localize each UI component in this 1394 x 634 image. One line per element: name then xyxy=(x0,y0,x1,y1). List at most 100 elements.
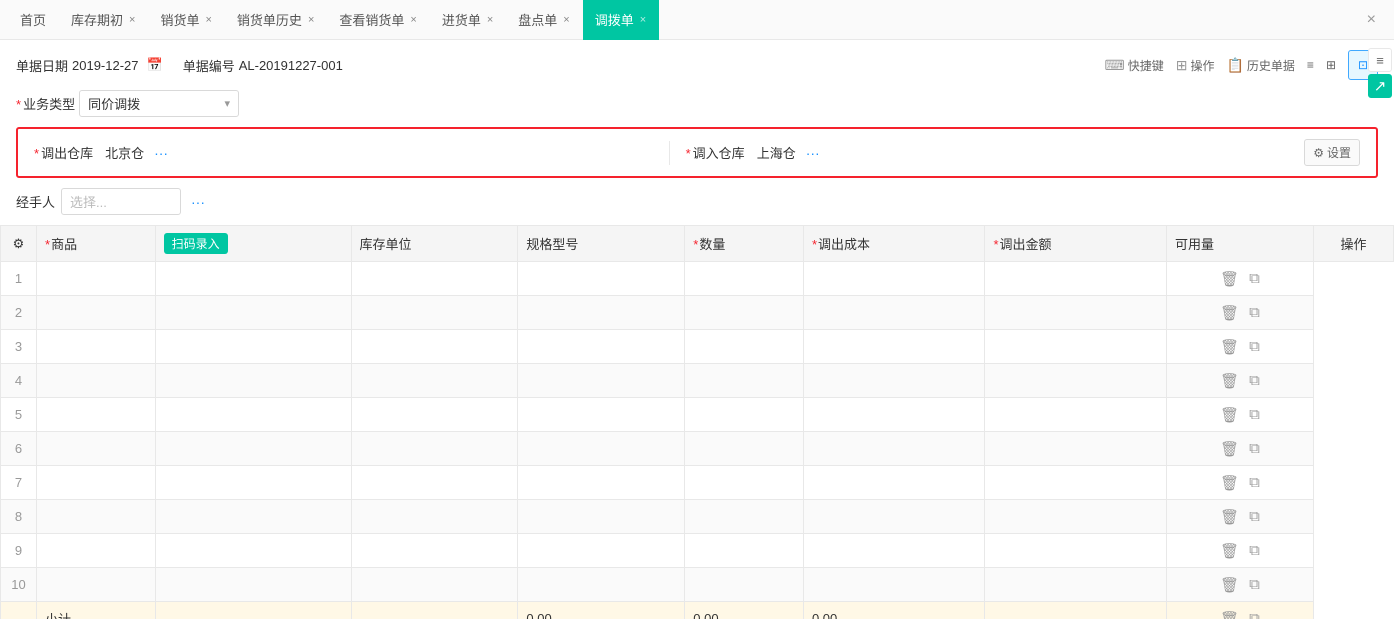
delete-row-icon[interactable]: 🗑 xyxy=(1218,506,1241,528)
scan-entry-btn[interactable]: 扫码录入 xyxy=(164,233,228,254)
row-cost[interactable] xyxy=(685,534,804,568)
row-amount[interactable] xyxy=(803,534,985,568)
tab-close-view-sales[interactable]: × xyxy=(410,14,416,26)
history-btn[interactable]: 📋 历史单据 xyxy=(1226,57,1294,74)
row-product[interactable] xyxy=(37,398,156,432)
copy-row-icon[interactable]: ⧉ xyxy=(1247,438,1262,459)
col-gear[interactable]: ⚙ xyxy=(1,226,37,262)
shortcut-btn[interactable]: ⌨ 快捷键 xyxy=(1104,57,1163,74)
row-cost[interactable] xyxy=(685,398,804,432)
row-product[interactable] xyxy=(37,568,156,602)
list-view-btn[interactable]: ≡ xyxy=(1307,58,1314,72)
row-cost[interactable] xyxy=(685,364,804,398)
delete-row-icon[interactable]: 🗑 xyxy=(1218,404,1241,426)
handler-label: 经手人 xyxy=(16,192,55,211)
tab-close-sales-order[interactable]: × xyxy=(205,14,211,26)
row-amount[interactable] xyxy=(803,466,985,500)
delete-row-icon[interactable]: 🗑 xyxy=(1218,302,1241,324)
delete-row-icon[interactable]: 🗑 xyxy=(1218,472,1241,494)
date-value[interactable]: 2019-12-27 xyxy=(72,58,139,73)
row-product[interactable] xyxy=(37,534,156,568)
row-qty[interactable] xyxy=(518,534,685,568)
row-qty[interactable] xyxy=(518,398,685,432)
tab-sales-order[interactable]: 销货单 × xyxy=(148,0,224,40)
row-product[interactable] xyxy=(37,262,156,296)
row-cost[interactable] xyxy=(685,432,804,466)
calendar-icon[interactable]: 📅 xyxy=(147,57,163,73)
in-warehouse-value[interactable]: 上海仓 xyxy=(757,143,796,162)
row-amount[interactable] xyxy=(803,364,985,398)
tab-close-inventory-check[interactable]: × xyxy=(563,14,569,26)
delete-row-icon[interactable]: 🗑 xyxy=(1218,540,1241,562)
copy-row-icon[interactable]: ⧉ xyxy=(1247,370,1262,391)
row-amount[interactable] xyxy=(803,398,985,432)
out-warehouse-value[interactable]: 北京仓 xyxy=(105,143,144,162)
row-product[interactable] xyxy=(37,466,156,500)
tab-purchase-order[interactable]: 进货单 × xyxy=(430,0,506,40)
row-qty[interactable] xyxy=(518,500,685,534)
out-warehouse-more-btn[interactable]: ··· xyxy=(150,145,172,161)
row-amount[interactable] xyxy=(803,330,985,364)
copy-row-icon[interactable]: ⧉ xyxy=(1247,472,1262,493)
business-type-select[interactable]: 同价调拨 ▾ xyxy=(79,90,239,117)
tab-view-sales[interactable]: 查看销货单 × xyxy=(327,0,429,40)
row-amount[interactable] xyxy=(803,500,985,534)
delete-row-icon[interactable]: 🗑 xyxy=(1218,574,1241,596)
window-close-btn[interactable]: × xyxy=(1357,11,1386,29)
row-cost[interactable] xyxy=(685,500,804,534)
row-cost[interactable] xyxy=(685,296,804,330)
tab-inventory-init[interactable]: 库存期初 × xyxy=(59,0,148,40)
delete-row-icon[interactable]: 🗑 xyxy=(1218,438,1241,460)
tab-transfer-order[interactable]: 调拨单 × xyxy=(583,0,659,40)
copy-row-icon[interactable]: ⧉ xyxy=(1247,336,1262,357)
row-product[interactable] xyxy=(37,500,156,534)
tab-close-transfer-order[interactable]: × xyxy=(640,14,646,26)
row-product[interactable] xyxy=(37,296,156,330)
row-qty[interactable] xyxy=(518,568,685,602)
operation-btn[interactable]: ⊞ 操作 xyxy=(1176,57,1215,74)
row-spec xyxy=(351,364,518,398)
row-cost[interactable] xyxy=(685,568,804,602)
copy-row-icon[interactable]: ⧉ xyxy=(1247,302,1262,323)
row-qty[interactable] xyxy=(518,432,685,466)
delete-row-icon[interactable]: 🗑 xyxy=(1218,608,1241,620)
row-cost[interactable] xyxy=(685,466,804,500)
sidebar-export-btn[interactable]: ↗ xyxy=(1368,74,1392,98)
row-product[interactable] xyxy=(37,364,156,398)
copy-row-icon[interactable]: ⧉ xyxy=(1247,506,1262,527)
handler-select[interactable]: 选择... xyxy=(61,188,181,215)
row-amount[interactable] xyxy=(803,568,985,602)
grid-view-btn[interactable]: ⊞ xyxy=(1326,58,1336,72)
copy-row-icon[interactable]: ⧉ xyxy=(1247,608,1262,619)
row-product[interactable] xyxy=(37,330,156,364)
row-cost[interactable] xyxy=(685,262,804,296)
tab-close-sales-history[interactable]: × xyxy=(308,14,314,26)
tab-inventory-check[interactable]: 盘点单 × xyxy=(506,0,582,40)
tab-close-inventory-init[interactable]: × xyxy=(129,14,135,26)
delete-row-icon[interactable]: 🗑 xyxy=(1218,336,1241,358)
settings-btn[interactable]: ⚙ 设置 xyxy=(1304,139,1360,166)
copy-row-icon[interactable]: ⧉ xyxy=(1247,268,1262,289)
delete-row-icon[interactable]: 🗑 xyxy=(1218,268,1241,290)
row-qty[interactable] xyxy=(518,330,685,364)
row-cost[interactable] xyxy=(685,330,804,364)
tab-sales-history[interactable]: 销货单历史 × xyxy=(225,0,327,40)
row-qty[interactable] xyxy=(518,466,685,500)
copy-row-icon[interactable]: ⧉ xyxy=(1247,540,1262,561)
delete-row-icon[interactable]: 🗑 xyxy=(1218,370,1241,392)
row-amount[interactable] xyxy=(803,432,985,466)
row-amount[interactable] xyxy=(803,296,985,330)
tab-close-purchase-order[interactable]: × xyxy=(487,14,493,26)
row-qty[interactable] xyxy=(518,364,685,398)
row-qty[interactable] xyxy=(518,296,685,330)
in-warehouse-more-btn[interactable]: ··· xyxy=(802,145,824,161)
tab-home[interactable]: 首页 xyxy=(8,0,59,40)
copy-row-icon[interactable]: ⧉ xyxy=(1247,404,1262,425)
row-amount[interactable] xyxy=(803,262,985,296)
copy-row-icon[interactable]: ⧉ xyxy=(1247,574,1262,595)
row-qty[interactable] xyxy=(518,262,685,296)
sidebar-list-btn[interactable]: ≡ xyxy=(1368,48,1392,72)
warehouse-divider xyxy=(669,141,670,165)
handler-more-btn[interactable]: ··· xyxy=(187,194,209,210)
row-product[interactable] xyxy=(37,432,156,466)
